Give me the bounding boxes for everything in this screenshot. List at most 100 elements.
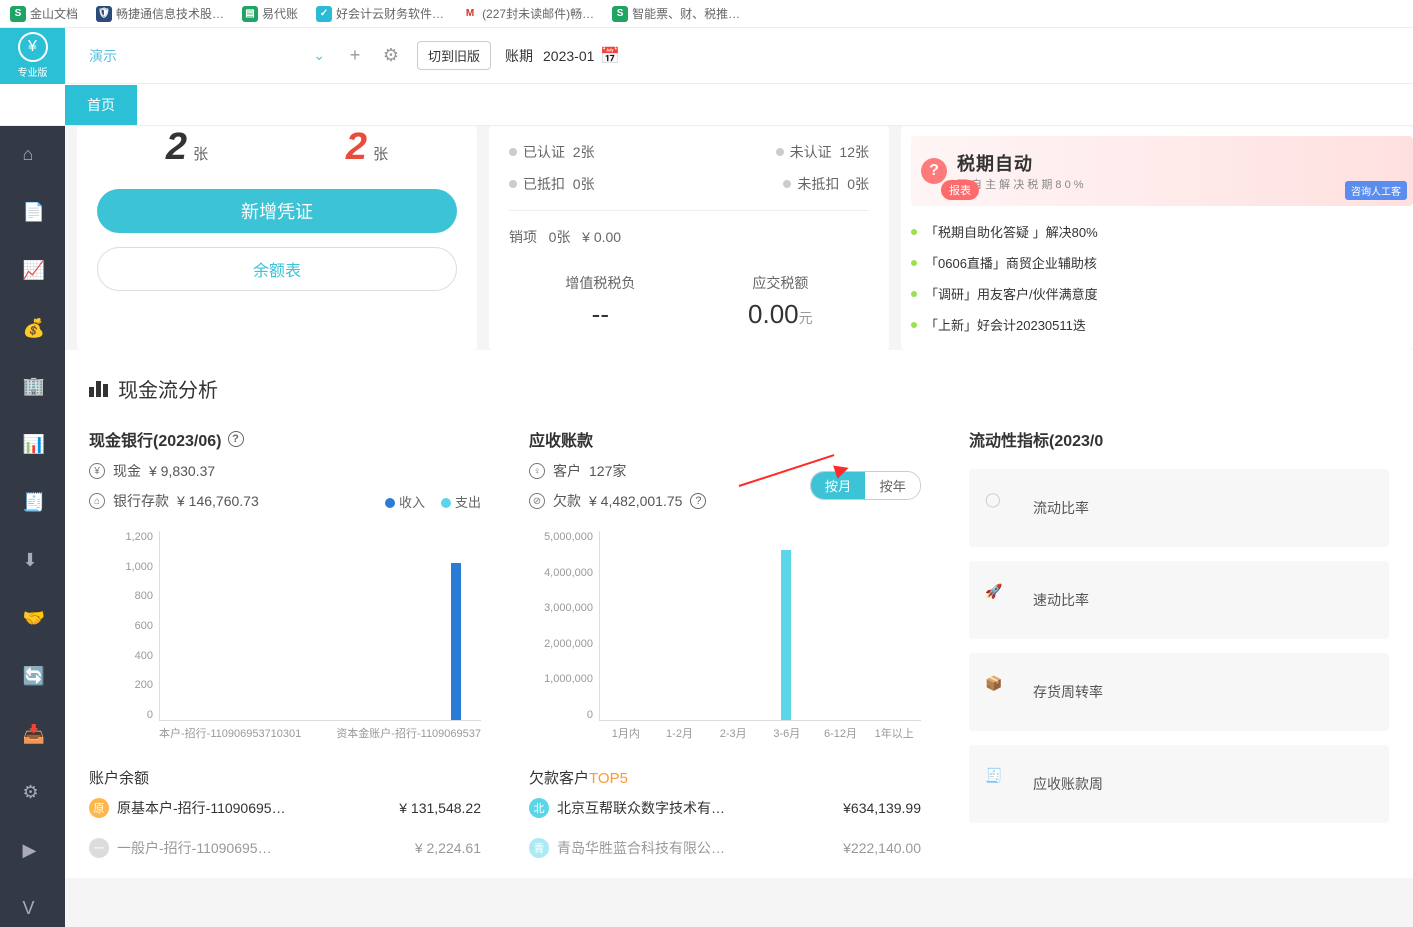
legend-income: 收入	[385, 492, 425, 511]
customer-row[interactable]: 青 青岛华胜蓝合科技有限公… ¥222,140.00	[529, 828, 921, 868]
toggle-year-button[interactable]: 按年	[865, 472, 920, 499]
receivables-title: 应收账款	[529, 427, 593, 451]
bar-chart-icon	[89, 381, 108, 397]
cash-icon: ¥	[89, 463, 105, 479]
customer-icon: ♀	[529, 463, 545, 479]
calendar-icon[interactable]: 📅	[600, 46, 620, 66]
cash-bank-title: 现金银行(2023/06)	[89, 427, 222, 451]
balance-sheet-button[interactable]: 余额表	[97, 247, 457, 291]
debt-value: ¥ 4,482,001.75	[589, 493, 682, 509]
liquidity-current-ratio[interactable]: ◯ 流动比率	[969, 469, 1389, 547]
toggle-month-button[interactable]: 按月	[811, 472, 866, 499]
logo-text: 专业版	[18, 64, 48, 79]
voucher-count-left: 2	[166, 126, 187, 169]
news-item[interactable]: 「税期自助化答疑 」解决80%	[911, 216, 1413, 247]
help-icon[interactable]: ?	[228, 431, 244, 447]
news-item[interactable]: 「0606直播」商贸企业辅助核	[911, 247, 1413, 278]
tab-home[interactable]: 首页	[65, 85, 137, 125]
news-card: ? 税期自动 可 自 主 解 决 税 期 8 0 % 报表 咨询人工客 「税期自…	[901, 126, 1413, 350]
settings-icon[interactable]: ⚙	[377, 42, 405, 70]
support-badge: 咨询人工客	[1345, 181, 1407, 200]
cash-value: ¥ 9,830.37	[149, 463, 215, 479]
bookmark-item[interactable]: M(227封未读邮件)畅…	[462, 5, 594, 22]
sidebar-video-icon[interactable]: ▶	[0, 832, 65, 868]
sidebar-money-icon[interactable]: 💰	[0, 310, 65, 346]
header: ¥ 专业版 演示 ⌄ + ⚙ 切到旧版 账期 2023-01 📅	[0, 28, 1413, 84]
content-area: 2张 2张 新增凭证 余额表 已认证 2张 未认证 12张 已抵扣 0张 未抵扣…	[65, 126, 1413, 927]
bookmark-item[interactable]: S智能票、财、税推…	[612, 5, 740, 22]
sidebar-home-icon[interactable]: ⌂	[0, 136, 65, 172]
tax-payable-value: 0.00	[748, 299, 799, 329]
customer-row[interactable]: 北 北京互帮联众数字技术有… ¥634,139.99	[529, 788, 921, 828]
period-value: 2023-01	[543, 48, 594, 64]
customer-count: 127家	[589, 461, 626, 481]
bookmark-item[interactable]: 🛡畅捷通信息技术股…	[96, 5, 224, 22]
account-amount: ¥ 2,224.61	[415, 840, 481, 856]
voucher-count-right: 2	[346, 126, 367, 169]
customer-amount: ¥634,139.99	[843, 800, 921, 816]
liquidity-ar-cycle[interactable]: 🧾 应收账款周	[969, 745, 1389, 823]
news-item[interactable]: 「调研」用友客户/伙伴满意度	[911, 278, 1413, 309]
cashflow-section-title: 现金流分析	[65, 350, 1413, 417]
deposit-value: ¥ 146,760.73	[177, 493, 259, 509]
voucher-card: 2张 2张 新增凭证 余额表	[77, 126, 477, 350]
sidebar-inbox-icon[interactable]: 📥	[0, 716, 65, 752]
help-icon[interactable]: ?	[690, 493, 706, 509]
rank-badge-icon: 原	[89, 798, 109, 818]
account-amount: ¥ 131,548.22	[399, 800, 481, 816]
account-balance-title: 账户余额	[89, 767, 481, 788]
account-row[interactable]: 一 一般户-招行-11090695… ¥ 2,224.61	[89, 828, 481, 868]
rocket-icon: 🚀	[985, 583, 1019, 617]
bookmark-item[interactable]: S金山文档	[10, 5, 78, 22]
bank-icon: ⌂	[89, 493, 105, 509]
liquidity-card: 流动性指标(2023/0 ◯ 流动比率 🚀 速动比率 📦 存货周转率 🧾 应收账…	[945, 417, 1413, 878]
period-label: 账期	[505, 46, 533, 66]
question-icon: ?	[921, 158, 947, 184]
logo[interactable]: ¥ 专业版	[0, 28, 65, 84]
cash-bank-card: 现金银行(2023/06) ? ¥ 现金 ¥ 9,830.37 ⌂ 银行存款 ¥…	[65, 417, 505, 878]
receivables-card: 应收账款 ♀ 客户 127家 ⊘ 欠款 ¥ 4,482,001.75 ? 按月 …	[505, 417, 945, 878]
bookmark-item[interactable]: ✓好会计云财务软件…	[316, 5, 444, 22]
switch-old-version-button[interactable]: 切到旧版	[417, 41, 491, 70]
sidebar-handshake-icon[interactable]: 🤝	[0, 600, 65, 636]
news-item[interactable]: 「上新」好会计20230511迭	[911, 309, 1413, 340]
ar-chart: 01,000,0002,000,0003,000,0004,000,0005,0…	[529, 531, 921, 751]
tax-card: 已认证 2张 未认证 12张 已抵扣 0张 未抵扣 0张 销项 0张 ¥ 0.0…	[489, 126, 889, 350]
add-icon[interactable]: +	[341, 42, 369, 70]
sidebar-report-icon[interactable]: 📊	[0, 426, 65, 462]
sidebar-voucher-icon[interactable]: 📄	[0, 194, 65, 230]
rank-badge-icon: 青	[529, 838, 549, 858]
page-tabs: 首页	[0, 84, 1413, 126]
debt-icon: ⊘	[529, 493, 545, 509]
company-name: 演示	[89, 46, 117, 66]
sidebar: ⌂ 📄 📈 💰 🏢 📊 🧾 ⬇ 🤝 🔄 📥 ⚙ ▶ V	[0, 126, 65, 927]
news-banner[interactable]: ? 税期自动 可 自 主 解 决 税 期 8 0 % 报表 咨询人工客	[911, 136, 1413, 206]
account-row[interactable]: 原 原基本户-招行-11090695… ¥ 131,548.22	[89, 788, 481, 828]
box-icon: 📦	[985, 675, 1019, 709]
sidebar-download-icon[interactable]: ⬇	[0, 542, 65, 578]
ratio-icon: ◯	[985, 491, 1019, 525]
rank-badge-icon: 北	[529, 798, 549, 818]
liquidity-quick-ratio[interactable]: 🚀 速动比率	[969, 561, 1389, 639]
sidebar-transfer-icon[interactable]: 🔄	[0, 658, 65, 694]
sidebar-building-icon[interactable]: 🏢	[0, 368, 65, 404]
legend-expense: 支出	[441, 492, 481, 511]
bookmark-item[interactable]: ▤易代账	[242, 5, 298, 22]
rank-badge-icon: 一	[89, 838, 109, 858]
chevron-down-icon: ⌄	[313, 47, 325, 64]
top5-customers-title: 欠款客户TOP5	[529, 767, 921, 788]
sidebar-invoice-icon[interactable]: 🧾	[0, 484, 65, 520]
liquidity-inventory-turnover[interactable]: 📦 存货周转率	[969, 653, 1389, 731]
receipt-icon: 🧾	[985, 767, 1019, 801]
bank-chart: 02004006008001,0001,200 本户-招行-1109069537…	[89, 531, 481, 751]
liquidity-title: 流动性指标(2023/0	[969, 427, 1103, 451]
sidebar-gear-icon[interactable]: ⚙	[0, 774, 65, 810]
company-selector[interactable]: 演示 ⌄	[77, 38, 337, 74]
sidebar-analytics-icon[interactable]: 📈	[0, 252, 65, 288]
logo-icon: ¥	[18, 32, 48, 62]
bookmarks-bar: S金山文档 🛡畅捷通信息技术股… ▤易代账 ✓好会计云财务软件… M(227封未…	[0, 0, 1413, 28]
new-voucher-button[interactable]: 新增凭证	[97, 189, 457, 233]
tax-payable-label: 应交税额	[748, 273, 813, 293]
report-badge: 报表	[941, 180, 979, 200]
sidebar-v-icon[interactable]: V	[0, 890, 65, 926]
